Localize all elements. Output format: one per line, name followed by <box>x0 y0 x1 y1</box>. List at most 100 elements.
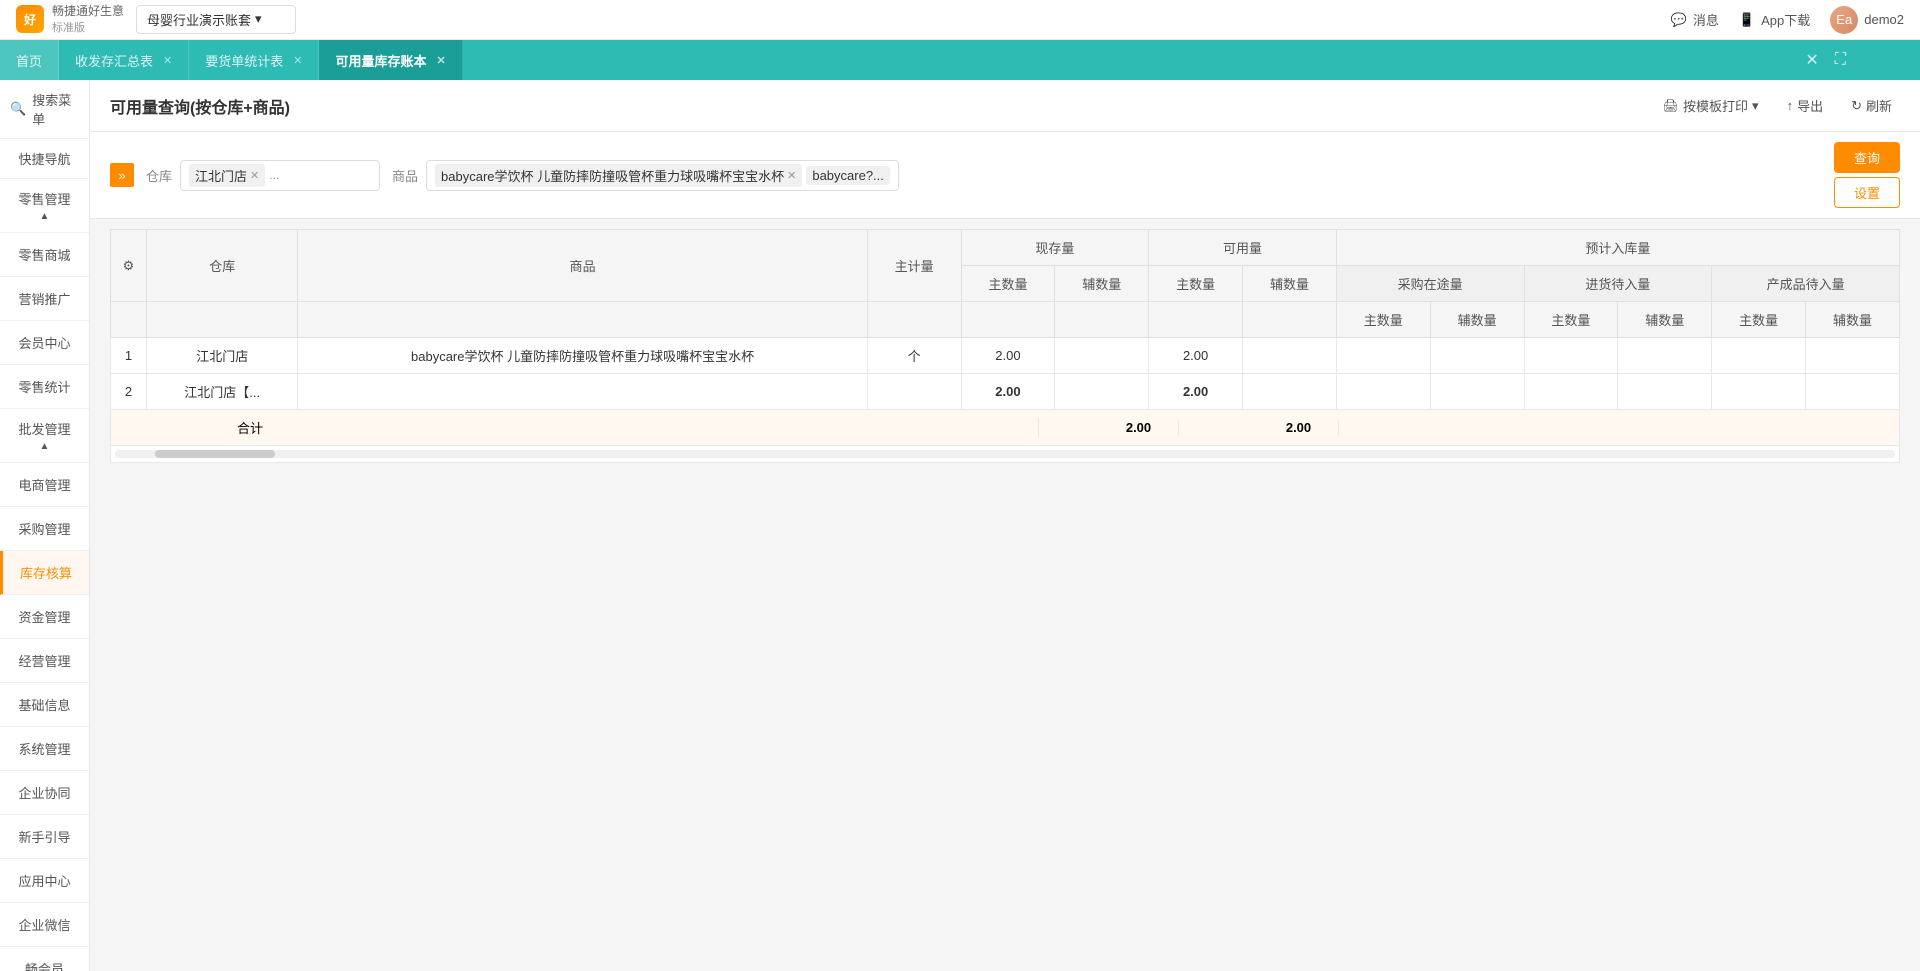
sidebar-member-label: 会员中心 <box>18 333 70 352</box>
th-available-group: 可用量 <box>1149 230 1337 266</box>
row2-avail-sub <box>1243 374 1337 410</box>
row2-no: 2 <box>111 374 147 410</box>
sidebar-item-inventory[interactable]: 库存核算 <box>0 551 89 595</box>
warehouse-tag-close[interactable]: ✕ <box>250 169 259 182</box>
sidebar-enterprise-label: 企业协同 <box>18 783 70 802</box>
product-tag-close[interactable]: ✕ <box>787 169 796 182</box>
warehouse-tag-text: 江北门店 <box>195 166 247 185</box>
message-button[interactable]: 💬 消息 <box>1671 10 1719 29</box>
app-download-label: App下载 <box>1761 10 1810 29</box>
export-label: 导出 <box>1797 96 1823 115</box>
sidebar-vip-label: 畅会员 <box>25 959 64 971</box>
row2-production-main <box>1712 374 1806 410</box>
sidebar-item-quick-nav[interactable]: 快捷导航 <box>0 139 89 179</box>
row1-avail-sub <box>1243 338 1337 374</box>
tab-available-stock[interactable]: 可用量库存账本 ✕ <box>319 40 462 80</box>
tab-maximize-button[interactable]: ⛶ <box>1831 47 1850 73</box>
row2-purchase-main <box>1336 374 1430 410</box>
tab-available-stock-close[interactable]: ✕ <box>437 54 446 67</box>
query-button[interactable]: 查询 <box>1834 142 1900 173</box>
total-label: 合计 <box>227 418 1039 437</box>
sidebar-item-basic-info[interactable]: 基础信息 <box>0 683 89 727</box>
message-label: 消息 <box>1693 10 1719 29</box>
refresh-icon: ↻ <box>1851 98 1862 114</box>
sidebar-zero-retail-label: 零售管理 <box>18 189 70 208</box>
th-empty6 <box>1055 302 1149 338</box>
product-field[interactable]: babycare学饮杯 儿童防摔防撞吸管杯重力球吸嘴杯宝宝水杯 ✕ babyca… <box>426 160 899 191</box>
sidebar-item-finance[interactable]: 资金管理 <box>0 595 89 639</box>
top-bar-right: 💬 消息 📱 App下载 Ea demo2 <box>1671 6 1904 34</box>
logo-icon: 好 <box>16 5 44 33</box>
tab-home[interactable]: 首页 <box>0 40 59 80</box>
row1-unit: 个 <box>867 338 961 374</box>
warehouse-label: 仓库 <box>146 166 172 185</box>
scroll-thumb[interactable] <box>155 450 275 458</box>
sidebar-item-wechat[interactable]: 企业微信 <box>0 903 89 947</box>
row2-inbound-sub <box>1618 374 1712 410</box>
sidebar-item-member[interactable]: 会员中心 <box>0 321 89 365</box>
filter-expand-button[interactable]: » <box>110 163 134 187</box>
sidebar-inventory-label: 库存核算 <box>20 563 72 582</box>
sidebar-item-system[interactable]: 系统管理 <box>0 727 89 771</box>
warehouse-field[interactable]: 江北门店 ✕ ... <box>180 160 380 191</box>
th-purchase-group: 采购在途量 <box>1336 266 1524 302</box>
th-warehouse: 仓库 <box>147 230 298 302</box>
tab-close-all-button[interactable]: ✕ <box>1801 46 1822 74</box>
th-inbound-main: 主数量 <box>1524 302 1618 338</box>
scroll-bar-area <box>110 446 1900 463</box>
row1-purchase-main <box>1336 338 1430 374</box>
sidebar-retail-mall-label: 零售商城 <box>18 245 70 264</box>
expand-icon: » <box>118 168 125 183</box>
sidebar-item-zero-retail[interactable]: 零售管理 ▲ <box>0 179 89 233</box>
product-label: 商品 <box>392 166 418 185</box>
main-layout: 🔍 搜索菜单 快捷导航 零售管理 ▲ 零售商城 营销推广 会员中心 零售统计 批… <box>0 80 1920 971</box>
warehouse-tag-1: 江北门店 ✕ <box>189 164 265 187</box>
table-container: ⚙ 仓库 商品 主计量 现存量 可用量 预计入库量 主数量 辅数量 主数量 辅数… <box>90 219 1920 971</box>
th-empty7 <box>1149 302 1243 338</box>
sidebar-item-retail-stats[interactable]: 零售统计 <box>0 365 89 409</box>
sidebar-item-guide[interactable]: 新手引导 <box>0 815 89 859</box>
user-area[interactable]: Ea demo2 <box>1830 6 1904 34</box>
row1-production-main <box>1712 338 1806 374</box>
export-button[interactable]: ↑ 导出 <box>1779 92 1832 119</box>
scroll-track[interactable] <box>115 450 1895 458</box>
product-tag-2: babycare?... <box>806 166 890 185</box>
settings-button[interactable]: 设置 <box>1834 177 1900 208</box>
filter-bar: » 仓库 江北门店 ✕ ... 商品 babycare学饮杯 儿童防摔防撞吸管杯… <box>90 132 1920 219</box>
tab-receive-summary-close[interactable]: ✕ <box>163 54 172 67</box>
row1-no: 1 <box>111 338 147 374</box>
page-title: 可用量查询(按仓库+商品) <box>110 94 290 118</box>
sidebar-item-marketing[interactable]: 营销推广 <box>0 277 89 321</box>
sidebar-operation-label: 经营管理 <box>18 651 70 670</box>
app-download-button[interactable]: 📱 App下载 <box>1739 10 1810 29</box>
sidebar-search[interactable]: 🔍 搜索菜单 <box>0 80 89 139</box>
sidebar-item-enterprise[interactable]: 企业协同 <box>0 771 89 815</box>
refresh-button[interactable]: ↻ 刷新 <box>1843 92 1900 119</box>
sidebar-item-purchase[interactable]: 采购管理 <box>0 507 89 551</box>
sidebar-item-wholesale[interactable]: 批发管理 ▲ <box>0 409 89 463</box>
tab-receive-summary[interactable]: 收发存汇总表 ✕ <box>59 40 189 80</box>
sidebar-item-app-center[interactable]: 应用中心 <box>0 859 89 903</box>
row1-stock-main: 2.00 <box>961 338 1055 374</box>
row2-warehouse: 江北门店【... <box>147 374 298 410</box>
th-inbound-group: 进货待入量 <box>1524 266 1712 302</box>
th-empty4 <box>867 302 961 338</box>
print-button[interactable]: 🖨 按模板打印 ▾ <box>1655 92 1767 119</box>
app-icon: 📱 <box>1739 12 1755 28</box>
sidebar-item-vip[interactable]: 畅会员 <box>0 947 89 971</box>
chevron-icon-wholesale: ▲ <box>40 441 50 452</box>
filter-action-area: 查询 设置 <box>1834 142 1900 208</box>
data-table: ⚙ 仓库 商品 主计量 现存量 可用量 预计入库量 主数量 辅数量 主数量 辅数… <box>110 229 1900 410</box>
tab-order-stats[interactable]: 要货单统计表 ✕ <box>189 40 319 80</box>
th-stock-sub: 辅数量 <box>1055 266 1149 302</box>
industry-selector[interactable]: 母婴行业演示账套 ▾ <box>136 5 296 34</box>
row2-purchase-sub <box>1430 374 1524 410</box>
sidebar-item-ecommerce[interactable]: 电商管理 <box>0 463 89 507</box>
th-planned-inbound-group: 预计入库量 <box>1336 230 1899 266</box>
tab-order-stats-close[interactable]: ✕ <box>293 54 302 67</box>
sidebar-item-retail-mall[interactable]: 零售商城 <box>0 233 89 277</box>
th-inbound-sub: 辅数量 <box>1618 302 1712 338</box>
sidebar-item-operation[interactable]: 经营管理 <box>0 639 89 683</box>
print-arrow-icon: ▾ <box>1752 98 1759 114</box>
chevron-down-icon: ▾ <box>255 11 262 27</box>
